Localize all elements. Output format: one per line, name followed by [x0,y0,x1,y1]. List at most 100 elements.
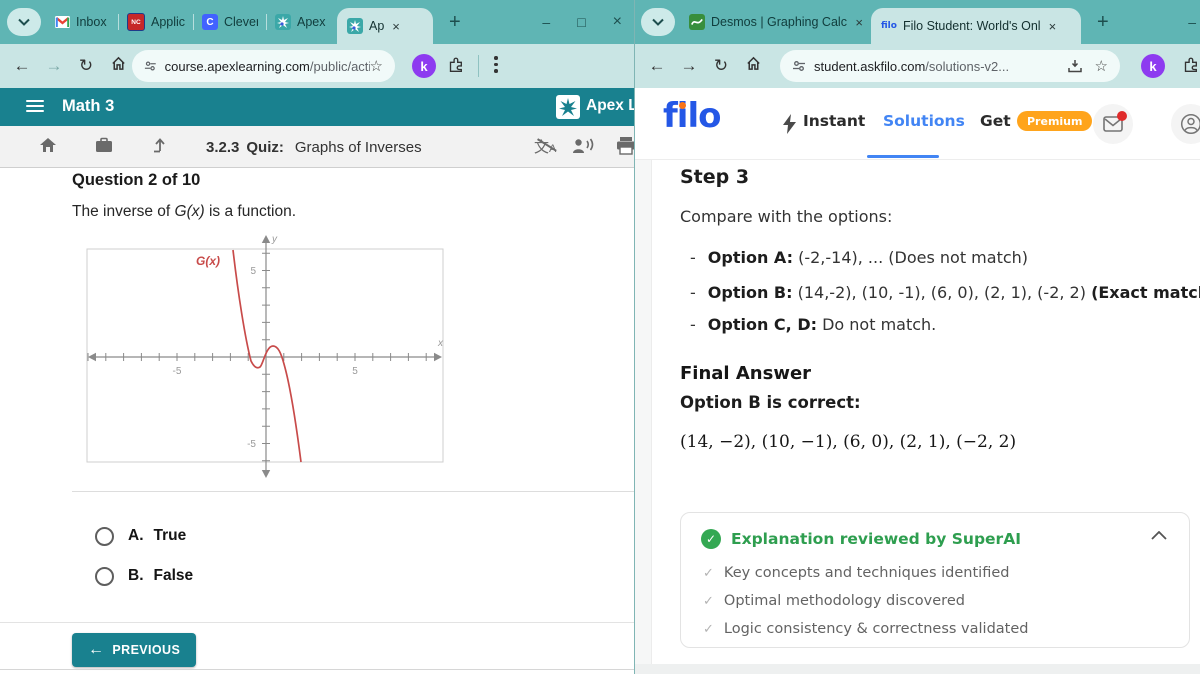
radio-button-b[interactable] [95,566,114,586]
graph-of-gx: -5 5 5 -5 y x G(x) [86,234,444,478]
account-button[interactable] [1171,104,1200,144]
answer-option-a[interactable]: A. True [95,523,186,549]
tab-inbox[interactable]: Inbox ( [46,0,118,44]
tab-clever[interactable]: C Clever [194,0,266,44]
tab-search-button[interactable] [7,8,41,36]
tab-nc-application[interactable]: NC Applica [119,0,193,44]
radio-button-a[interactable] [95,526,114,546]
y-axis-top-arrow [261,235,271,243]
final-answer-line: Option B is correct: [680,393,861,412]
final-answer-title: Final Answer [680,363,812,384]
activity-number: 3.2.3 [206,138,240,156]
minimize-button[interactable]: – [542,14,550,30]
nav-get-premium[interactable]: Get [980,112,1011,130]
window-filo: Desmos | Graphing Calcu × filo Filo Stud… [634,0,1200,674]
tab-search-button[interactable] [641,8,675,36]
forward-button[interactable]: → [677,56,701,76]
browser-menu-button[interactable] [494,56,498,73]
reload-button[interactable]: ↻ [74,56,98,76]
back-button[interactable]: ← [645,56,669,76]
tab-close-icon[interactable]: × [1049,19,1057,34]
print-button[interactable] [616,137,634,160]
collapse-chevron-icon[interactable] [1151,531,1167,540]
forward-button[interactable]: → [42,56,66,76]
site-info-icon [793,61,805,71]
page-bottom-strip [635,664,1200,674]
bookmark-star-icon[interactable]: ☆ [370,57,383,75]
maximize-button[interactable]: □ [577,14,585,30]
filo-header: filo Instant Solutions Get Premium [635,88,1200,160]
previous-button[interactable]: ← PREVIOUS [72,633,197,667]
address-bar[interactable]: course.apexlearning.com/public/activi...… [132,50,395,82]
bookmark-star-icon[interactable]: ☆ [1095,57,1108,75]
url-text: course.apexlearning.com/public/activi... [164,58,370,74]
account-icon [1180,113,1200,135]
course-home-button[interactable] [38,137,58,158]
extensions-button[interactable] [1181,56,1200,81]
menu-icon[interactable] [26,100,44,115]
filo-logo-dot [679,102,686,109]
kami-extension-button[interactable]: k [1141,54,1165,78]
tab-label: Apex L [297,15,329,29]
tab-apex[interactable]: Apex L [267,0,337,44]
close-button[interactable]: × [613,13,622,31]
translate-button[interactable]: 文A [534,136,557,157]
tab-desmos[interactable]: Desmos | Graphing Calcu × [681,0,871,44]
apex-icon [347,18,363,34]
tab-label: Inbox ( [76,15,110,29]
activity-title: Graphs of Inverses [294,138,422,156]
review-item: ✓ Key concepts and techniques identified [703,565,1010,581]
graph-canvas: -5 5 5 -5 y x G(x) [86,234,444,478]
bullet-dash: - [690,248,696,267]
tab-close-icon[interactable]: × [392,19,400,34]
home-button[interactable] [106,55,130,77]
kami-extension-button[interactable]: k [412,54,436,78]
read-aloud-button[interactable] [572,137,594,160]
tab-filo-active[interactable]: filo Filo Student: World's Onl × [871,8,1081,44]
nav-solutions[interactable]: Solutions [883,112,965,130]
filo-logo[interactable]: filo [663,99,721,133]
tab-apex-active[interactable]: Ap × [337,8,433,44]
premium-badge[interactable]: Premium [1017,111,1093,131]
desmos-icon [689,14,705,30]
nav-instant[interactable]: Instant [803,112,865,130]
divider [72,491,634,492]
notification-dot [1117,111,1127,121]
verified-badge-icon: ✓ [701,529,721,549]
bullet-dash: - [690,315,696,334]
new-tab-button[interactable]: + [449,11,461,34]
filo-icon: filo [881,21,897,31]
tab-label: Applica [151,15,185,29]
curve-label: G(x) [196,254,220,268]
tab-strip: Desmos | Graphing Calcu × filo Filo Stud… [635,0,1200,44]
apex-app-bar: Math 3 Apex Lea [0,88,634,126]
extensions-puzzle-icon [1184,57,1197,72]
coursework-button[interactable] [94,137,114,158]
chevron-down-icon [18,18,30,26]
address-bar[interactable]: student.askfilo.com/solutions-v2... ☆ [780,50,1120,82]
install-app-icon[interactable] [1067,59,1083,74]
x-tick-label-neg5: -5 [173,366,182,377]
quiz-footer: ← PREVIOUS [0,622,634,674]
option-b-line: - Option B: (14,-2), (10, -1), (6, 0), (2… [690,283,1200,302]
x-axis-label: x [437,338,444,349]
up-arrow-icon [154,138,165,153]
answer-option-b[interactable]: B. False [95,563,193,589]
inbox-button[interactable] [1093,104,1133,144]
y-tick-label-5: 5 [250,266,256,277]
home-button[interactable] [741,55,765,77]
check-icon: ✓ [703,565,714,581]
activity-type: Quiz: [246,138,284,156]
review-item: ✓ Optimal methodology discovered [703,593,965,609]
exit-activity-button[interactable] [150,136,170,158]
tab-list: Inbox ( NC Applica C Clever Apex L [46,0,461,44]
left-arrow-icon: ← [88,641,105,658]
reload-button[interactable]: ↻ [709,56,733,76]
extensions-button[interactable] [446,56,466,81]
new-tab-button[interactable]: + [1097,11,1109,34]
check-icon: ✓ [703,593,714,609]
tab-close-icon[interactable]: × [855,15,863,30]
tab-label: Ap [369,19,385,33]
back-button[interactable]: ← [10,56,34,76]
minimize-button[interactable]: – [1188,14,1196,30]
